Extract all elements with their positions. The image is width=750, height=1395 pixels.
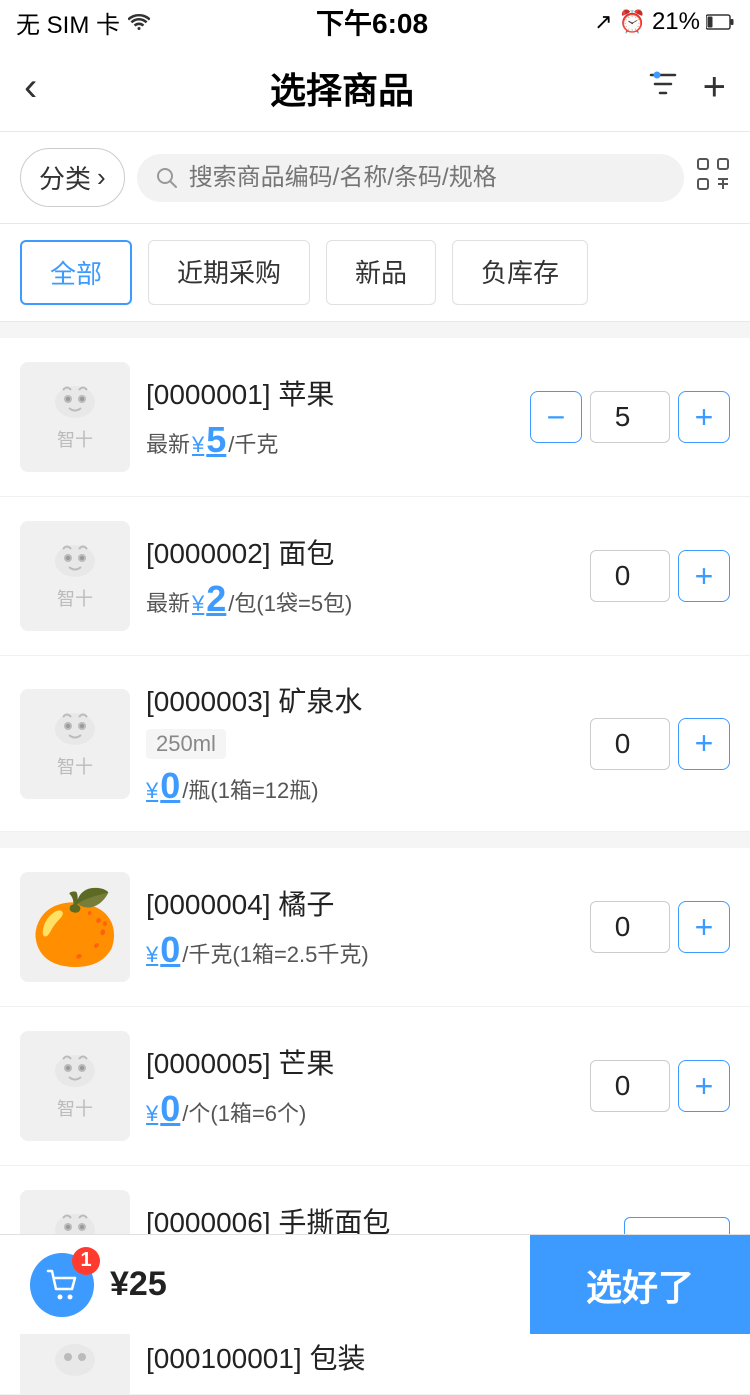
product-info: [0000003] 矿泉水 250ml ¥ 0 /瓶(1箱=12瓶) — [146, 680, 574, 807]
scan-icon[interactable] — [696, 157, 730, 199]
product-name: [000100001] 包装 — [146, 1337, 730, 1377]
cart-total: ¥25 — [110, 1265, 167, 1304]
placeholder-logo: 智十 — [50, 541, 100, 611]
increase-button[interactable]: + — [678, 1060, 730, 1112]
list-item: 🍊 [0000004] 橘子 ¥ 0 /千克(1箱=2.5千克) + — [0, 848, 750, 1007]
quantity-input[interactable] — [590, 901, 670, 953]
orange-image: 🍊 — [30, 885, 120, 970]
product-thumbnail: 智十 — [20, 689, 130, 799]
list-item: [000100001] 包装 — [0, 1325, 750, 1395]
bottom-bar: 1 ¥25 选好了 — [0, 1234, 750, 1334]
cart-button[interactable]: 1 — [30, 1253, 94, 1317]
product-name: [0000005] 芒果 — [146, 1042, 574, 1082]
page-title: 选择商品 — [270, 62, 414, 114]
cart-badge: 1 — [72, 1247, 100, 1275]
category-button[interactable]: 分类 › — [20, 148, 125, 207]
add-icon[interactable]: + — [703, 65, 726, 110]
battery-icon — [706, 14, 734, 30]
product-price: 最新 ¥ 5 /千克 — [146, 419, 514, 461]
list-item: 智十 [0000005] 芒果 ¥ 0 /个(1箱=6个) + — [0, 1007, 750, 1166]
search-box — [137, 154, 684, 202]
nav-actions: + — [647, 65, 726, 110]
battery-text: 21% — [652, 8, 700, 36]
product-name: [0000002] 面包 — [146, 532, 574, 572]
quantity-control: + — [590, 1060, 730, 1112]
location-icon: ↗ — [594, 9, 612, 35]
quantity-input[interactable] — [590, 1060, 670, 1112]
product-name: [0000003] 矿泉水 — [146, 680, 574, 720]
filter-icon[interactable] — [647, 68, 679, 107]
placeholder-logo: 智十 — [50, 709, 100, 779]
quantity-control: + — [590, 901, 730, 953]
placeholder-logo: 智十 — [50, 382, 100, 452]
back-button[interactable]: ‹ — [24, 65, 37, 110]
product-price: ¥ 0 /个(1箱=6个) — [146, 1088, 574, 1130]
increase-button[interactable]: + — [678, 550, 730, 602]
product-info: [0000001] 苹果 最新 ¥ 5 /千克 — [146, 373, 514, 461]
status-carrier-wifi: 无 SIM 卡 — [16, 5, 150, 40]
increase-button[interactable]: + — [678, 391, 730, 443]
list-item: 智十 [0000002] 面包 最新 ¥ 2 /包(1袋=5包) + — [0, 497, 750, 656]
list-item: 智十 [0000003] 矿泉水 250ml ¥ 0 /瓶(1箱=12瓶) + — [0, 656, 750, 832]
product-thumbnail: 智十 — [20, 1031, 130, 1141]
alarm-icon: ⏰ — [619, 9, 646, 35]
section-divider — [0, 322, 750, 338]
tab-all[interactable]: 全部 — [20, 240, 132, 305]
product-info: [0000002] 面包 最新 ¥ 2 /包(1袋=5包) — [146, 532, 574, 620]
status-bar: 无 SIM 卡 下午6:08 ↗ ⏰ 21% — [0, 0, 750, 44]
product-name: [0000001] 苹果 — [146, 373, 514, 413]
category-chevron: › — [97, 162, 106, 193]
status-right: ↗ ⏰ 21% — [594, 8, 734, 36]
tabs-bar: 全部 近期采购 新品 负库存 — [0, 224, 750, 322]
increase-button[interactable]: + — [678, 718, 730, 770]
search-input[interactable] — [189, 164, 666, 192]
category-label: 分类 — [39, 159, 91, 196]
tab-recent[interactable]: 近期采购 — [148, 240, 310, 305]
increase-button[interactable]: + — [678, 901, 730, 953]
section-divider — [0, 832, 750, 848]
product-info: [0000005] 芒果 ¥ 0 /个(1箱=6个) — [146, 1042, 574, 1130]
quantity-control: + — [590, 550, 730, 602]
product-info: [000100001] 包装 — [146, 1337, 730, 1383]
quantity-input[interactable] — [590, 718, 670, 770]
product-price: ¥ 0 /千克(1箱=2.5千克) — [146, 929, 574, 971]
product-thumbnail: 🍊 — [20, 872, 130, 982]
product-price: ¥ 0 /瓶(1箱=12瓶) — [146, 765, 574, 807]
cart-icon — [44, 1267, 80, 1303]
search-icon — [155, 166, 179, 190]
product-thumbnail — [20, 1325, 130, 1395]
tab-negative[interactable]: 负库存 — [452, 240, 588, 305]
status-time: 下午6:08 — [316, 2, 428, 42]
placeholder-logo: 智十 — [50, 1051, 100, 1121]
cart-section: 1 ¥25 — [0, 1253, 530, 1317]
quantity-input[interactable] — [590, 550, 670, 602]
quantity-control: − + — [530, 391, 730, 443]
tab-new[interactable]: 新品 — [326, 240, 436, 305]
quantity-input[interactable] — [590, 391, 670, 443]
decrease-button[interactable]: − — [530, 391, 582, 443]
product-thumbnail: 智十 — [20, 362, 130, 472]
toolbar: 分类 › — [0, 132, 750, 224]
confirm-button[interactable]: 选好了 — [530, 1235, 750, 1334]
carrier-text: 无 SIM 卡 — [16, 5, 120, 40]
product-name: [0000004] 橘子 — [146, 883, 574, 923]
quantity-control: + — [590, 718, 730, 770]
product-price: 最新 ¥ 2 /包(1袋=5包) — [146, 578, 574, 620]
product-info: [0000004] 橘子 ¥ 0 /千克(1箱=2.5千克) — [146, 883, 574, 971]
product-spec: 250ml — [146, 729, 226, 759]
placeholder-logo — [50, 1340, 100, 1380]
wifi-icon — [128, 14, 150, 30]
product-thumbnail: 智十 — [20, 521, 130, 631]
list-item: 智十 [0000001] 苹果 最新 ¥ 5 /千克 − + — [0, 338, 750, 497]
nav-bar: ‹ 选择商品 + — [0, 44, 750, 132]
